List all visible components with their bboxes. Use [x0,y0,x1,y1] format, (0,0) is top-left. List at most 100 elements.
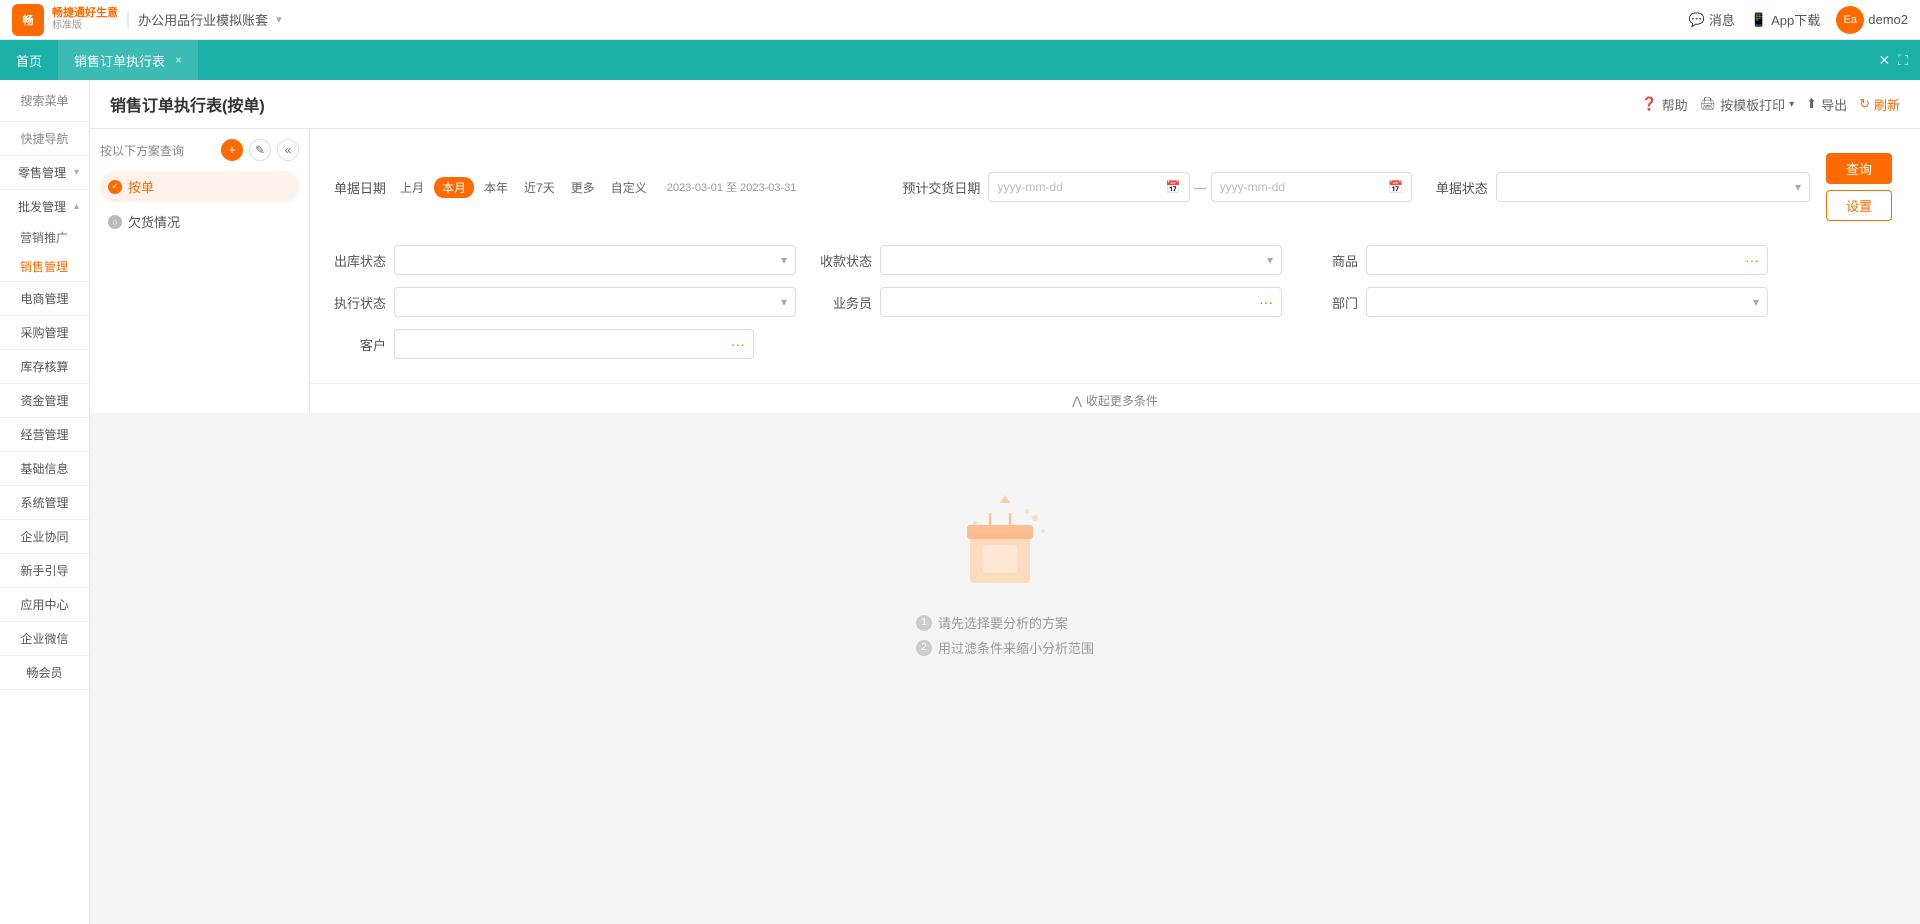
sidebar-item-purchase[interactable]: 采购管理 [0,316,89,349]
sidebar-item-member[interactable]: 畅会员 [0,656,89,689]
message-button[interactable]: 💬 消息 [1689,10,1735,29]
date-tab-lastmonth[interactable]: 上月 [394,177,430,198]
message-icon: 💬 [1689,12,1705,28]
empty-hint-2: 2 用过滤条件来缩小分析范围 [916,638,1094,657]
brand-sub: 标准版 [52,20,118,32]
filter-row-1: 单据日期 上月 本月 本年 近7天 更多 自定义 20 [326,141,1904,233]
app-dropdown-label[interactable]: 办公用品行业模拟账套 [138,10,268,29]
sidebar-item-basic[interactable]: 基础信息 [0,452,89,485]
filter-footer: ⋀ 收起更多条件 [310,383,1920,413]
user-profile[interactable]: Ea demo2 [1836,6,1908,34]
collapse-scheme-button[interactable]: « [277,139,299,161]
filter-field-collect-status: 收款状态 ▾ [812,245,1282,275]
sidebar-wholesale-section: 批发管理 ▴ 营销推广 销售管理 [0,190,89,282]
calendar-to-icon: 📅 [1388,180,1403,194]
sidebar-item-appcenter[interactable]: 应用中心 [0,588,89,621]
search-button[interactable]: 查询 [1826,153,1892,184]
collect-status-select[interactable]: ▾ [880,245,1282,275]
customer-select[interactable]: ··· [394,329,754,359]
set-button[interactable]: 设置 [1826,190,1892,221]
print-icon: 🖨 [1700,96,1717,112]
customer-dots[interactable]: ··· [731,336,745,352]
predict-date-from[interactable]: yyyy-mm-dd 📅 [988,172,1189,202]
sidebar-item-retail[interactable]: 零售管理 ▾ [0,156,89,189]
page-title: 销售订单执行表(按单) [110,92,265,116]
filter-field-date: 单据日期 上月 本月 本年 近7天 更多 自定义 20 [326,177,886,198]
sidebar-item-enterprise[interactable]: 企业协同 [0,520,89,553]
topbar: 畅 畅捷通好生意 标准版 | 办公用品行业模拟账套 ▾ 💬 消息 📱 App下载… [0,0,1920,40]
sidebar-quicknav-label[interactable]: 快捷导航 [0,126,89,151]
collapse-button[interactable]: ⋀ 收起更多条件 [1072,392,1158,409]
sidebar-member-section: 畅会员 [0,656,89,690]
template-print-button[interactable]: 🖨 按模板打印 ▾ [1700,95,1795,114]
goods-select[interactable]: ··· [1366,245,1768,275]
app-download-button[interactable]: 📱 App下载 [1751,10,1820,29]
add-scheme-button[interactable]: + [221,139,243,161]
page-actions: ❓ 帮助 🖨 按模板打印 ▾ ⬆ 导出 ↻ 刷新 [1641,95,1900,114]
window-maximize-icon[interactable]: ⛶ [1898,52,1908,69]
doc-status-select[interactable]: ▾ [1496,172,1810,202]
dept-arrow: ▾ [1753,295,1759,309]
goods-dots[interactable]: ··· [1745,252,1759,268]
date-tab-more[interactable]: 更多 [565,177,601,198]
filter-field-salesman: 业务员 ··· [812,287,1282,317]
sidebar-item-finance[interactable]: 资金管理 [0,384,89,417]
date-tab-7days[interactable]: 近7天 [518,177,561,198]
app-dropdown-arrow[interactable]: ▾ [276,13,282,26]
sidebar-subitem-sales[interactable]: 销售管理 [0,252,89,281]
filter-row-4: 客户 ··· [326,329,1904,359]
scheme-actions: + ✎ « [221,139,299,161]
date-tab-thismonth[interactable]: 本月 [434,177,474,198]
sidebar-item-wholesale[interactable]: 批发管理 ▴ [0,190,89,223]
refresh-button[interactable]: ↻ 刷新 [1859,95,1900,114]
sidebar-search-section: 搜索菜单 [0,80,89,122]
sidebar-item-ecommerce[interactable]: 电商管理 [0,282,89,315]
empty-state: 1 请先选择要分析的方案 2 用过滤条件来缩小分析范围 [90,413,1920,743]
export-icon: ⬆ [1806,96,1817,112]
user-avatar: Ea [1836,6,1864,34]
sidebar-ecommerce-section: 电商管理 [0,282,89,316]
exec-status-arrow: ▾ [781,295,787,309]
filter-panel: 按以下方案查询 + ✎ « ✓ 按单 ○ 欠货情况 [90,129,1920,413]
sidebar-operation-section: 经营管理 [0,418,89,452]
scheme-item-by-order[interactable]: ✓ 按单 [100,171,299,202]
edit-scheme-button[interactable]: ✎ [249,139,271,161]
scheme-item-icon: ✓ [108,180,122,194]
predict-date-label: 预计交货日期 [902,178,980,197]
date-tab-custom[interactable]: 自定义 [605,177,653,198]
sidebar-item-system[interactable]: 系统管理 [0,486,89,519]
sidebar-item-newguide[interactable]: 新手引导 [0,554,89,587]
date-field-controls: 上月 本月 本年 近7天 更多 自定义 2023-03-01 至 2023-03… [394,177,886,198]
out-status-arrow: ▾ [781,253,787,267]
predict-date-to[interactable]: yyyy-mm-dd 📅 [1211,172,1412,202]
empty-hints: 1 请先选择要分析的方案 2 用过滤条件来缩小分析范围 [916,613,1094,663]
export-button[interactable]: ⬆ 导出 [1806,95,1847,114]
filter-form-wrapper: 单据日期 上月 本月 本年 近7天 更多 自定义 20 [310,129,1920,413]
sidebar-item-operation[interactable]: 经营管理 [0,418,89,451]
salesman-select[interactable]: ··· [880,287,1282,317]
filter-field-exec-status: 执行状态 ▾ [326,287,796,317]
date-tab-thisyear[interactable]: 本年 [478,177,514,198]
exec-status-select[interactable]: ▾ [394,287,796,317]
sidebar-item-inventory[interactable]: 库存核算 [0,350,89,383]
tab-home[interactable]: 首页 [0,40,58,80]
salesman-dots[interactable]: ··· [1259,294,1273,310]
scheme-shortage-label: 欠货情况 [128,212,180,231]
scheme-item-shortage[interactable]: ○ 欠货情况 [100,206,299,237]
department-select[interactable]: ▾ [1366,287,1768,317]
help-button[interactable]: ❓ 帮助 [1641,95,1687,114]
date-separator: — [1194,180,1207,195]
filter-row-2: 出库状态 ▾ 收款状态 ▾ [326,245,1904,275]
tab-close-icon[interactable]: × [175,53,182,67]
tab-sales-order[interactable]: 销售订单执行表 × [58,40,198,80]
empty-illustration [955,493,1055,593]
filter-field-department: 部门 ▾ [1298,287,1768,317]
window-close-icon[interactable]: ✕ [1878,52,1890,69]
sidebar-item-wechat[interactable]: 企业微信 [0,622,89,655]
sidebar-search-label[interactable]: 搜索菜单 [8,88,81,113]
out-status-select[interactable]: ▾ [394,245,796,275]
print-dropdown-arrow: ▾ [1789,99,1794,110]
sidebar-subitem-marketing[interactable]: 营销推广 [0,223,89,252]
sidebar-inventory-section: 库存核算 [0,350,89,384]
collapse-icon: ⋀ [1072,394,1082,408]
